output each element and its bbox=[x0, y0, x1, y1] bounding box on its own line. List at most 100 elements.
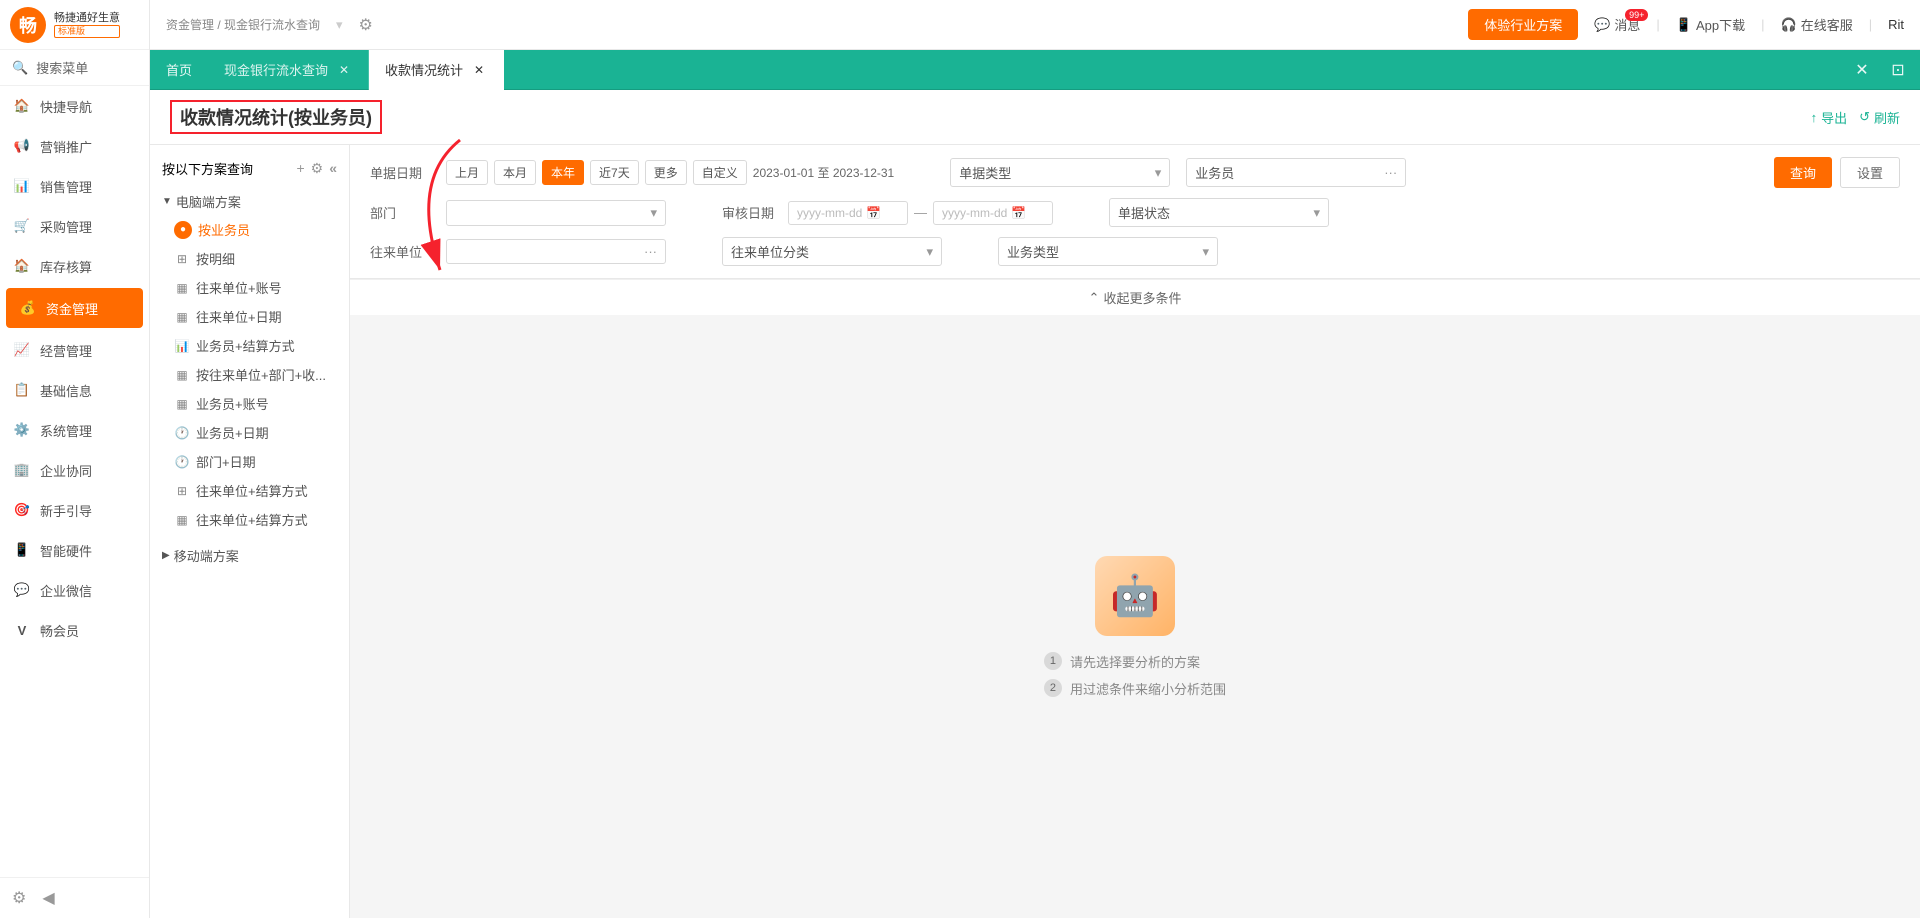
scheme-settings-icon[interactable]: ⚙ bbox=[311, 160, 324, 177]
search-icon: 🔍 bbox=[12, 60, 28, 76]
date-btn-7days[interactable]: 近7天 bbox=[590, 160, 639, 185]
sidebar-item-operation[interactable]: 📈 经营管理 bbox=[0, 330, 149, 370]
sidebar-item-guide[interactable]: 🎯 新手引导 bbox=[0, 490, 149, 530]
audit-date-label: 审核日期 bbox=[722, 203, 782, 222]
filter-actions: 查询 设置 bbox=[1774, 157, 1900, 188]
sidebar-item-quick-nav[interactable]: 🏠 快捷导航 bbox=[0, 86, 149, 126]
sidebar-item-marketing[interactable]: 📢 营销推广 bbox=[0, 126, 149, 166]
page-content: 收款情况统计(按业务员) ↑ 导出 ↺ 刷新 按以下方案查询 + bbox=[150, 90, 1920, 918]
collapse-filter-btn[interactable]: ⌃ 收起更多条件 bbox=[350, 279, 1920, 315]
filter-row-1: 单据日期 上月 本月 本年 近7天 更多 自定义 2023-01-01 至 20… bbox=[370, 157, 1900, 188]
user-name[interactable]: Rit bbox=[1888, 17, 1904, 32]
tab-receipt[interactable]: 收款情况统计 ✕ bbox=[369, 50, 504, 90]
tab-home[interactable]: 首页 bbox=[150, 60, 208, 79]
tab-bank-close[interactable]: ✕ bbox=[336, 62, 352, 78]
sidebar-item-system[interactable]: ⚙️ 系统管理 bbox=[0, 410, 149, 450]
collapse-sidebar-icon[interactable]: ◀ bbox=[42, 888, 54, 908]
tree-group-desktop-title[interactable]: ▼ 电脑端方案 bbox=[150, 188, 349, 215]
finance-icon: 💰 bbox=[18, 298, 38, 318]
sidebar-item-purchase[interactable]: 🛒 采购管理 bbox=[0, 206, 149, 246]
sales-icon: 📊 bbox=[12, 176, 32, 196]
left-panel-title: 按以下方案查询 bbox=[162, 159, 253, 178]
tree-item-dept-date[interactable]: 🕐 部门+日期 bbox=[150, 447, 349, 476]
logo-area: 畅 畅捷通好生意 标准版 bbox=[0, 0, 149, 50]
doc-type-select[interactable]: 单据类型 ▾ bbox=[950, 158, 1170, 187]
tree-group-mobile-title[interactable]: ▶ 移动端方案 bbox=[150, 542, 349, 569]
date-btn-more[interactable]: 更多 bbox=[645, 160, 687, 185]
tree-item-unit-date[interactable]: ▦ 往来单位+日期 bbox=[150, 302, 349, 331]
calendar2-icon: 📅 bbox=[1011, 206, 1026, 220]
tree-item-unit-dept[interactable]: ▦ 按往来单位+部门+收... bbox=[150, 360, 349, 389]
hint-steps: 1 请先选择要分析的方案 2 用过滤条件来缩小分析范围 bbox=[1044, 652, 1226, 698]
partner-select[interactable]: ··· bbox=[446, 239, 666, 264]
audit-date-from[interactable]: yyyy-mm-dd 📅 bbox=[788, 201, 908, 225]
export-btn[interactable]: ↑ 导出 bbox=[1811, 108, 1848, 127]
separator3: | bbox=[1869, 17, 1872, 32]
dept-arrow: ▾ bbox=[650, 205, 657, 221]
salesperson-select[interactable]: 业务员 ··· bbox=[1186, 158, 1406, 187]
date-range: 2023-01-01 至 2023-12-31 bbox=[753, 164, 894, 181]
member-icon: V bbox=[12, 620, 32, 640]
salesperson-arrow: ··· bbox=[1384, 165, 1397, 180]
sidebar-item-hardware[interactable]: 📱 智能硬件 bbox=[0, 530, 149, 570]
logo-text: 畅捷通好生意 标准版 bbox=[54, 11, 120, 39]
separator1: | bbox=[1656, 17, 1659, 32]
partner-category-select[interactable]: 往来单位分类 ▾ bbox=[722, 237, 942, 266]
sidebar-item-member[interactable]: V 畅会员 bbox=[0, 610, 149, 650]
add-scheme-icon[interactable]: + bbox=[296, 160, 304, 177]
date-btn-last-month[interactable]: 上月 bbox=[446, 160, 488, 185]
data-area: 🤖 1 请先选择要分析的方案 2 用过滤条件来缩小分析范围 bbox=[350, 315, 1920, 918]
date-btn-custom[interactable]: 自定义 bbox=[693, 160, 747, 185]
tree-item-sales-account[interactable]: ▦ 业务员+账号 bbox=[150, 389, 349, 418]
tree-item-by-salesperson[interactable]: ● 按业务员 bbox=[150, 215, 349, 244]
tree-item-sales-date[interactable]: 🕐 业务员+日期 bbox=[150, 418, 349, 447]
doc-status-arrow: ▾ bbox=[1313, 205, 1320, 221]
tree-item-unit-method2[interactable]: ▦ 往来单位+结算方式 bbox=[150, 505, 349, 534]
hint-step-2: 2 用过滤条件来缩小分析范围 bbox=[1044, 679, 1226, 698]
maximize-icon[interactable]: ⊡ bbox=[1884, 56, 1912, 84]
app-download-btn[interactable]: 📱 App下载 bbox=[1676, 15, 1745, 34]
doc-type-arrow: ▾ bbox=[1155, 165, 1162, 181]
trial-btn[interactable]: 体验行业方案 bbox=[1468, 9, 1578, 40]
sidebar-item-inventory[interactable]: 🏠 库存核算 bbox=[0, 246, 149, 286]
tree-group-mobile: ▶ 移动端方案 bbox=[150, 538, 349, 573]
sidebar-item-finance[interactable]: 💰 资金管理 bbox=[6, 288, 143, 328]
dept-select[interactable]: ▾ bbox=[446, 200, 666, 226]
close-window-icon[interactable]: ✕ bbox=[1848, 56, 1876, 84]
main-area: 资金管理 / 现金银行流水查询 ▾ ⚙ 体验行业方案 💬 消息 99+ | 📱 … bbox=[150, 0, 1920, 918]
operation-icon: 📈 bbox=[12, 340, 32, 360]
collapse-panel-icon[interactable]: « bbox=[329, 160, 337, 177]
tree-item-by-detail[interactable]: ⊞ 按明细 bbox=[150, 244, 349, 273]
settings-btn[interactable]: 设置 bbox=[1840, 157, 1900, 188]
sidebar-search[interactable]: 🔍 搜索菜单 bbox=[0, 50, 149, 86]
settings-footer-icon[interactable]: ⚙ bbox=[12, 888, 26, 908]
sidebar-item-wechat[interactable]: 💬 企业微信 bbox=[0, 570, 149, 610]
tree-item-unit-method1[interactable]: ⊞ 往来单位+结算方式 bbox=[150, 476, 349, 505]
tree-item-unit-account[interactable]: ▦ 往来单位+账号 bbox=[150, 273, 349, 302]
page-title: 收款情况统计(按业务员) bbox=[170, 100, 382, 134]
messages-btn[interactable]: 💬 消息 99+ bbox=[1594, 15, 1640, 34]
purchase-icon: 🛒 bbox=[12, 216, 32, 236]
online-service-btn[interactable]: 🎧 在线客服 bbox=[1781, 15, 1853, 34]
sidebar-item-basic[interactable]: 📋 基础信息 bbox=[0, 370, 149, 410]
unit-method2-icon: ▦ bbox=[174, 512, 190, 528]
sidebar-item-company[interactable]: 🏢 企业协同 bbox=[0, 450, 149, 490]
date-btn-this-year[interactable]: 本年 bbox=[542, 160, 584, 185]
settings-icon[interactable]: ⚙ bbox=[359, 15, 373, 35]
calendar-icon: 📅 bbox=[866, 206, 881, 220]
audit-date-to[interactable]: yyyy-mm-dd 📅 bbox=[933, 201, 1053, 225]
refresh-btn[interactable]: ↺ 刷新 bbox=[1859, 108, 1900, 127]
message-icon: 💬 bbox=[1594, 17, 1610, 33]
hint-step-1: 1 请先选择要分析的方案 bbox=[1044, 652, 1226, 671]
tab-receipt-close[interactable]: ✕ bbox=[471, 62, 487, 78]
query-btn[interactable]: 查询 bbox=[1774, 157, 1832, 188]
sidebar-item-sales[interactable]: 📊 销售管理 bbox=[0, 166, 149, 206]
guide-icon: 🎯 bbox=[12, 500, 32, 520]
tree-item-sales-method[interactable]: 📊 业务员+结算方式 bbox=[150, 331, 349, 360]
tab-bank[interactable]: 现金银行流水查询 ✕ bbox=[208, 50, 369, 90]
date-btn-this-month[interactable]: 本月 bbox=[494, 160, 536, 185]
doc-status-select[interactable]: 单据状态 ▾ bbox=[1109, 198, 1329, 227]
content-area: 按以下方案查询 + ⚙ « ▼ 电脑端方案 ● 按业务员 bbox=[150, 145, 1920, 918]
business-type-select[interactable]: 业务类型 ▾ bbox=[998, 237, 1218, 266]
right-panel: 单据日期 上月 本月 本年 近7天 更多 自定义 2023-01-01 至 20… bbox=[350, 145, 1920, 918]
